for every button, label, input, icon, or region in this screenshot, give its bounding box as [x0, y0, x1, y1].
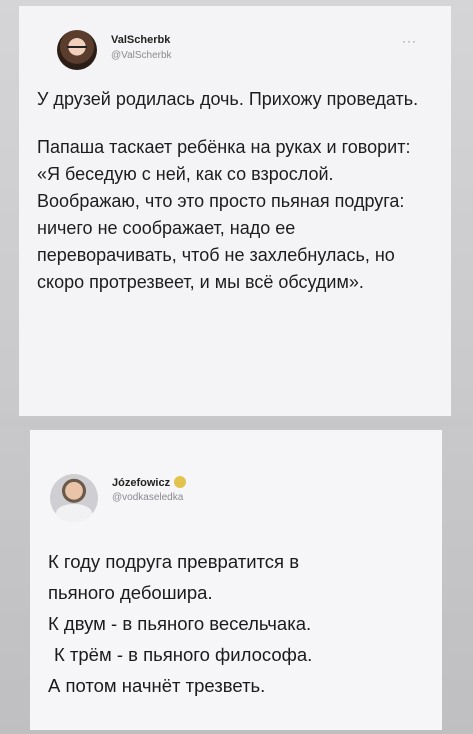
- author-handle[interactable]: @ValScherbk: [111, 50, 172, 61]
- tweet-paragraph: У друзей родилась дочь. Прихожу проведат…: [37, 89, 419, 109]
- tweet-line: К двум - в пьяного весельчака.: [48, 613, 312, 634]
- tweet-card-2: Józefowicz @vodkaseledka К году подруга …: [30, 430, 442, 730]
- tweet-paragraph: Папаша таскает ребёнка на руках и говори…: [37, 137, 411, 292]
- tweet-line: пьяного дебошира.: [48, 582, 213, 603]
- tweet-text-1: У друзей родилась дочь. Прихожу проведат…: [37, 86, 437, 317]
- avatar-shirt: [56, 504, 92, 522]
- tweet-text-2: К году подруга превратится в пьяного деб…: [48, 546, 438, 701]
- tweet-line: К трём - в пьяного философа.: [54, 644, 313, 665]
- tweet-card-1: ValScherbk @ValScherbk ··· У друзей роди…: [19, 6, 451, 416]
- avatar[interactable]: [57, 30, 97, 70]
- divider: [0, 418, 473, 428]
- tweet-line: А потом начнёт трезветь.: [48, 675, 266, 696]
- author-name[interactable]: Józefowicz: [112, 476, 187, 489]
- author-name-text: Józefowicz: [112, 477, 171, 489]
- avatar[interactable]: [50, 474, 98, 522]
- verified-badge-icon: [174, 476, 187, 488]
- author-handle[interactable]: @vodkaseledka: [112, 492, 183, 503]
- author-name[interactable]: ValScherbk: [111, 34, 170, 46]
- tweet-header-1: ValScherbk @ValScherbk ···: [37, 16, 435, 80]
- glasses-icon: [67, 46, 87, 52]
- more-options-icon[interactable]: ···: [402, 34, 417, 48]
- tweet-line: К году подруга превратится в: [48, 551, 300, 572]
- screenshot-frame: ValScherbk @ValScherbk ··· У друзей роди…: [0, 0, 473, 734]
